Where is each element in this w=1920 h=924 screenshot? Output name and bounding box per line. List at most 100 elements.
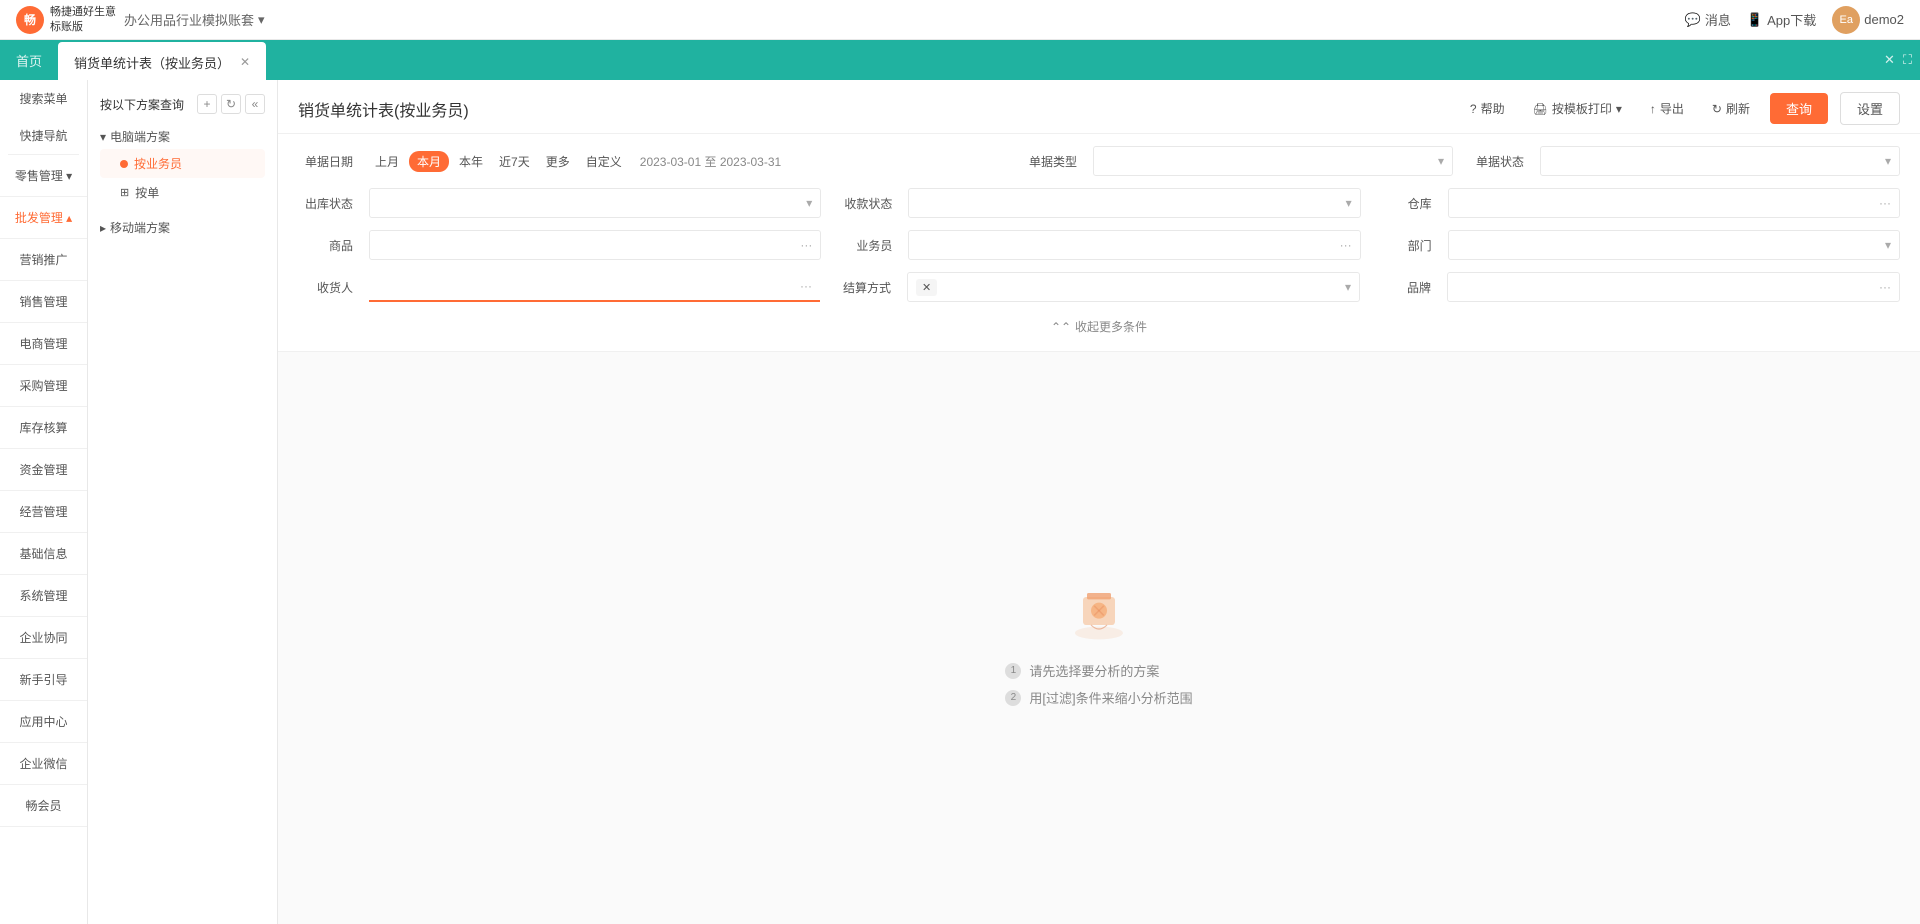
help-btn[interactable]: ? 帮助 <box>1462 96 1513 121</box>
print-icon: 🖨 <box>1533 102 1548 116</box>
date-tab-current-year[interactable]: 本年 <box>453 151 489 172</box>
date-label: 单据日期 <box>298 153 353 170</box>
chevron-down-icon: ▾ <box>258 12 265 28</box>
doc-type-dropdown-icon: ▾ <box>1438 154 1444 168</box>
topbar-right: 💬 消息 📱 App下载 Ea demo2 <box>1685 6 1904 34</box>
empty-tip-2: 2 用[过滤]条件来缩小分析范围 <box>1005 688 1192 707</box>
goods-select[interactable]: ··· <box>369 230 821 260</box>
scheme-pc-section: ▾ 电脑端方案 按业务员 ⊞ 按单 <box>88 120 277 211</box>
template-print-btn[interactable]: 🖨 按模板打印 ▾ <box>1525 96 1630 121</box>
collapse-row: ⌃⌃ 收起更多条件 <box>298 314 1900 339</box>
scheme-refresh-btn[interactable]: ↻ <box>221 94 241 114</box>
page-actions: ? 帮助 🖨 按模板打印 ▾ ↑ 导出 ↻ 刷新 <box>1462 92 1900 125</box>
out-status-label: 出库状态 <box>298 195 353 212</box>
sidebar-item-apps[interactable]: 应用中心 <box>0 701 87 743</box>
chevron-right-small-icon: ▸ <box>100 221 106 235</box>
page-title: 销货单统计表(按业务员) <box>298 97 469 121</box>
warehouse-select[interactable]: ··· <box>1448 188 1900 218</box>
sidebar-item-enterprise[interactable]: 企业协同 <box>0 617 87 659</box>
settle-method-clear-tag[interactable]: ✕ <box>916 279 937 296</box>
tip-num-2: 2 <box>1005 690 1021 706</box>
scheme-item-by-staff[interactable]: 按业务员 <box>100 149 265 178</box>
scheme-panel-header: 按以下方案查询 + ↻ « <box>88 88 277 120</box>
main-content: 销货单统计表(按业务员) ? 帮助 🖨 按模板打印 ▾ ↑ 导出 <box>278 80 1920 924</box>
sidebar-item-operations[interactable]: 经营管理 <box>0 491 87 533</box>
date-tab-custom[interactable]: 自定义 <box>580 151 628 172</box>
scheme-collapse-btn[interactable]: « <box>245 94 265 114</box>
tab-sales-stat[interactable]: 销货单统计表（按业务员） ✕ <box>58 42 266 82</box>
date-filter: 上月 本月 本年 近7天 更多 自定义 2023-03-01 至 2023-03… <box>369 151 1006 172</box>
sidebar-search[interactable]: 搜索菜单 <box>0 80 87 117</box>
goods-label: 商品 <box>298 237 353 254</box>
message-btn[interactable]: 💬 消息 <box>1685 10 1731 29</box>
top-dropdown[interactable]: 办公用品行业模拟账套 ▾ <box>124 10 265 29</box>
scheme-add-btn[interactable]: + <box>197 94 217 114</box>
settle-method-label: 结算方式 <box>836 279 891 296</box>
department-label: 部门 <box>1377 237 1432 254</box>
template-print-dropdown-icon[interactable]: ▾ <box>1616 102 1622 116</box>
empty-state: 1 请先选择要分析的方案 2 用[过滤]条件来缩小分析范围 <box>278 352 1920 924</box>
sidebar-item-basic[interactable]: 基础信息 <box>0 533 87 575</box>
settle-method-dropdown-icon: ▾ <box>1345 280 1351 294</box>
doc-type-select[interactable]: ▾ <box>1093 146 1453 176</box>
brand-dots-icon: ··· <box>1879 280 1891 294</box>
payment-status-select[interactable]: ▾ <box>908 188 1360 218</box>
doc-type-label: 单据类型 <box>1022 153 1077 170</box>
out-status-dropdown-icon: ▾ <box>806 196 812 210</box>
sidebar-item-member[interactable]: 畅会员 <box>0 785 87 827</box>
scheme-item-by-order[interactable]: ⊞ 按单 <box>100 178 265 207</box>
date-tab-last-month[interactable]: 上月 <box>369 151 405 172</box>
filter-row-2: 出库状态 ▾ 收款状态 ▾ 仓库 ··· <box>298 188 1900 218</box>
sidebar-item-purchase[interactable]: 采购管理 <box>0 365 87 407</box>
maximize-icon[interactable]: ⛶ <box>1903 52 1912 68</box>
empty-tips: 1 请先选择要分析的方案 2 用[过滤]条件来缩小分析范围 <box>1005 661 1192 707</box>
sidebar-item-wholesale[interactable]: 批发管理 ▴ <box>0 197 87 239</box>
doc-status-select[interactable]: ▾ <box>1540 146 1900 176</box>
refresh-btn[interactable]: ↻ 刷新 <box>1704 96 1758 121</box>
tab-close-icon[interactable]: ✕ <box>240 55 250 69</box>
doc-status-dropdown-icon: ▾ <box>1885 154 1891 168</box>
payment-status-dropdown-icon: ▾ <box>1346 196 1352 210</box>
collapse-conditions-btn[interactable]: ⌃⌃ 收起更多条件 <box>1047 314 1151 339</box>
user-menu[interactable]: Ea demo2 <box>1832 6 1904 34</box>
out-status-select[interactable]: ▾ <box>369 188 821 218</box>
sidebar-item-ecommerce[interactable]: 电商管理 <box>0 323 87 365</box>
close-window-icon[interactable]: ✕ <box>1884 52 1895 68</box>
settle-method-select[interactable]: ✕ ▾ <box>907 272 1360 302</box>
tab-home[interactable]: 首页 <box>0 40 58 80</box>
brand-select[interactable]: ··· <box>1447 272 1900 302</box>
sidebar-item-wechat[interactable]: 企业微信 <box>0 743 87 785</box>
department-select[interactable]: ▾ <box>1448 230 1900 260</box>
sidebar-shortcut[interactable]: 快捷导航 <box>0 117 87 154</box>
settings-btn[interactable]: 设置 <box>1840 92 1900 125</box>
export-btn[interactable]: ↑ 导出 <box>1642 96 1692 121</box>
receiver-input[interactable]: ··· <box>369 272 820 302</box>
sidebar-item-newguide[interactable]: 新手引导 <box>0 659 87 701</box>
date-tab-more[interactable]: 更多 <box>540 151 576 172</box>
date-tab-last7[interactable]: 近7天 <box>493 151 536 172</box>
sidebar-item-system[interactable]: 系统管理 <box>0 575 87 617</box>
logo-icon: 畅 <box>16 6 44 34</box>
department-dropdown-icon: ▾ <box>1885 238 1891 252</box>
scheme-mobile-toggle[interactable]: ▸ 移动端方案 <box>100 215 265 240</box>
sidebar-item-marketing[interactable]: 营销推广 <box>0 239 87 281</box>
avatar: Ea <box>1832 6 1860 34</box>
phone-icon: 📱 <box>1747 12 1763 28</box>
date-tab-current-month[interactable]: 本月 <box>409 151 449 172</box>
chevron-down-small-icon: ▾ <box>100 130 106 144</box>
sidebar-item-retail[interactable]: 零售管理 ▾ <box>0 155 87 197</box>
salesperson-select[interactable]: ··· <box>908 230 1360 260</box>
topbar-left: 畅 畅捷通好生意 标账版 办公用品行业模拟账套 ▾ <box>16 5 265 34</box>
sidebar-item-sales[interactable]: 销售管理 <box>0 281 87 323</box>
scheme-pc-toggle[interactable]: ▾ 电脑端方案 <box>100 124 265 149</box>
brand-label: 品牌 <box>1376 279 1431 296</box>
help-icon: ? <box>1470 102 1477 116</box>
tab-window-controls: ✕ ⛶ <box>1884 52 1912 68</box>
app-download-btn[interactable]: 📱 App下载 <box>1747 10 1816 29</box>
query-btn[interactable]: 查询 <box>1770 93 1828 124</box>
sidebar-item-inventory[interactable]: 库存核算 <box>0 407 87 449</box>
receiver-dots-icon: ··· <box>800 279 812 293</box>
sidebar-item-finance[interactable]: 资金管理 <box>0 449 87 491</box>
sidebar: 搜索菜单 快捷导航 零售管理 ▾ 批发管理 ▴ 营销推广 销售管理 电商管理 采… <box>0 80 88 924</box>
warehouse-dots-icon: ··· <box>1879 196 1891 210</box>
